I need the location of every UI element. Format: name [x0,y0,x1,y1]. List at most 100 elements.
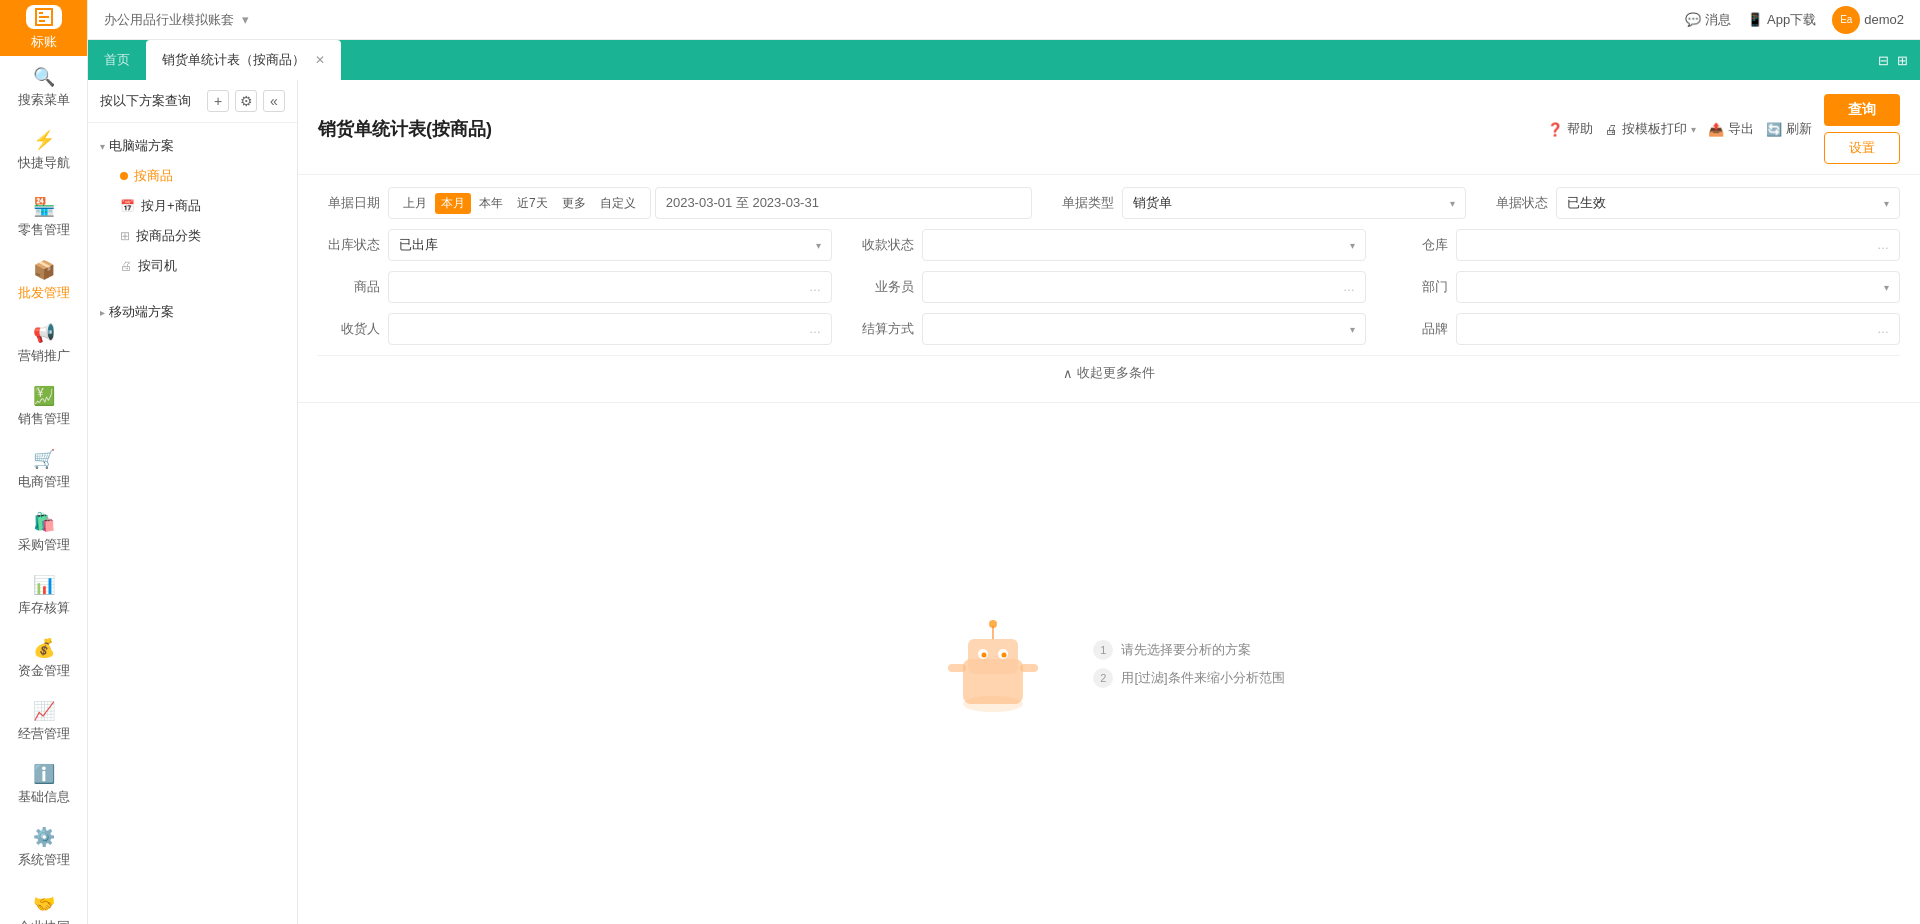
sidebar-item-basic[interactable]: ℹ️ 基础信息 [0,753,87,816]
expand-arrow-mobile-icon: ▸ [100,307,105,318]
settings-scheme-btn[interactable]: ⚙ [235,90,257,112]
payment-status-select[interactable]: ▾ [922,229,1366,261]
scheme-item-by-category[interactable]: ⊞ 按商品分类 [88,221,297,251]
date-btn-last-month[interactable]: 上月 [397,193,433,214]
search-icon: 🔍 [33,66,55,88]
step-1-label: 请先选择要分析的方案 [1121,641,1251,659]
scheme-group-mobile[interactable]: ▸ 移动端方案 [88,297,297,327]
sidebar-label-system: 系统管理 [18,851,70,869]
scheme-item-by-category-label: 按商品分类 [136,227,201,245]
tab-close-icon[interactable]: ✕ [315,53,325,67]
sidebar-item-marketing[interactable]: 📢 营销推广 [0,312,87,375]
tab-sales-stats[interactable]: 销货单统计表（按商品） ✕ [146,40,341,80]
scheme-group-desktop[interactable]: ▾ 电脑端方案 [88,131,297,161]
print-template-btn[interactable]: 🖨 按模板打印 ▾ [1605,120,1696,138]
tab-maximize-icon[interactable]: ⊞ [1897,53,1908,68]
sidebar-label-operations: 经营管理 [18,725,70,743]
username-label: demo2 [1864,12,1904,27]
product-input[interactable]: … [388,271,832,303]
scheme-item-by-month-product-label: 按月+商品 [141,197,201,215]
sidebar-label-wholesale: 批发管理 [18,284,70,302]
sidebar-label-quicknav: 快捷导航 [18,154,70,172]
quicknav-icon: ⚡ [33,129,55,151]
app-download-btn[interactable]: 📱 App下载 [1747,11,1816,29]
receiver-dots-icon[interactable]: … [809,322,821,336]
sidebar-item-cooperation[interactable]: 🤝 企业协同 [0,883,87,924]
date-range-display[interactable]: 2023-03-01 至 2023-03-31 [655,187,1032,219]
logo-area: 标账 [0,0,87,56]
empty-state: 1 请先选择要分析的方案 2 用[过滤]条件来缩小分析范围 [298,403,1920,924]
settlement-select[interactable]: ▾ [922,313,1366,345]
date-filter-group: 上月 本月 本年 近7天 更多 自定义 2023-03-01 至 2023-03… [388,187,1032,219]
export-icon: 📤 [1708,122,1724,137]
brand-dots-icon[interactable]: … [1877,322,1889,336]
brand-input[interactable]: … [1456,313,1900,345]
message-icon: 💬 [1685,12,1701,27]
date-quick-btns-group: 上月 本月 本年 近7天 更多 自定义 [388,187,651,219]
basic-icon: ℹ️ [33,763,55,785]
date-btn-custom[interactable]: 自定义 [594,193,642,214]
query-button[interactable]: 查询 [1824,94,1900,126]
warehouse-status-select[interactable]: 已出库 ▾ [388,229,832,261]
filter-row-1: 单据日期 上月 本月 本年 近7天 更多 自定义 2023-03-01 至 20… [318,187,1900,219]
content-area: 按以下方案查询 + ⚙ « ▾ 电脑端方案 按商品 📅 按月+商品 [88,80,1920,924]
product-label: 商品 [318,278,388,296]
print-icon: 🖨 [120,259,132,273]
sidebar-item-ecommerce[interactable]: 🛒 电商管理 [0,438,87,501]
empty-step-2: 2 用[过滤]条件来缩小分析范围 [1093,668,1284,688]
scheme-item-by-month-product[interactable]: 📅 按月+商品 [88,191,297,221]
empty-steps: 1 请先选择要分析的方案 2 用[过滤]条件来缩小分析范围 [1093,640,1284,688]
date-btn-last-7days[interactable]: 近7天 [511,193,554,214]
svg-point-8 [989,620,997,628]
setting-button[interactable]: 设置 [1824,132,1900,164]
sidebar-item-retail[interactable]: 🏪 零售管理 [0,186,87,249]
warehouse-dots-icon[interactable]: … [1877,238,1889,252]
receiver-input[interactable]: … [388,313,832,345]
sidebar-item-finance[interactable]: 💰 资金管理 [0,627,87,690]
sidebar-item-purchase[interactable]: 🛍️ 采购管理 [0,501,87,564]
dept-select[interactable]: ▾ [1456,271,1900,303]
collapse-bar[interactable]: ∧ 收起更多条件 [318,355,1900,390]
help-btn[interactable]: ❓ 帮助 [1547,120,1593,138]
message-btn[interactable]: 💬 消息 [1685,11,1731,29]
sidebar-item-operations[interactable]: 📈 经营管理 [0,690,87,753]
avatar: Ea [1832,6,1860,34]
date-btn-this-month[interactable]: 本月 [435,193,471,214]
sidebar-item-search[interactable]: 🔍 搜索菜单 [0,56,87,119]
chevron-down-icon[interactable]: ▾ [242,12,249,27]
staff-input[interactable]: … [922,271,1366,303]
scheme-item-by-printer[interactable]: 🖨 按司机 [88,251,297,281]
filter-area: 单据日期 上月 本月 本年 近7天 更多 自定义 2023-03-01 至 20… [298,175,1920,403]
tab-home[interactable]: 首页 [88,40,146,80]
export-btn[interactable]: 📤 导出 [1708,120,1754,138]
settlement-caret-icon: ▾ [1350,324,1355,335]
print-label: 按模板打印 [1622,120,1687,138]
sidebar-item-sales[interactable]: 💹 销售管理 [0,375,87,438]
sidebar-item-inventory[interactable]: 📊 库存核算 [0,564,87,627]
date-label: 单据日期 [318,194,388,212]
purchase-icon: 🛍️ [33,511,55,533]
scheme-item-by-product[interactable]: 按商品 [88,161,297,191]
inventory-icon: 📊 [33,574,55,596]
refresh-btn[interactable]: 🔄 刷新 [1766,120,1812,138]
collapse-panel-btn[interactable]: « [263,90,285,112]
sidebar-label-sales: 销售管理 [18,410,70,428]
sidebar-item-quicknav[interactable]: ⚡ 快捷导航 [0,119,87,182]
date-btn-more[interactable]: 更多 [556,193,592,214]
page-title: 销货单统计表(按商品) [318,117,492,141]
sidebar-item-system[interactable]: ⚙️ 系统管理 [0,816,87,879]
warehouse-input[interactable]: … [1456,229,1900,261]
doc-type-select[interactable]: 销货单 ▾ [1122,187,1466,219]
add-scheme-btn[interactable]: + [207,90,229,112]
grid-icon: ⊞ [120,229,130,243]
filter-row-2: 出库状态 已出库 ▾ 收款状态 ▾ 仓库 … [318,229,1900,261]
user-profile-btn[interactable]: Ea demo2 [1832,6,1904,34]
product-dots-icon[interactable]: … [809,280,821,294]
sidebar-item-wholesale[interactable]: 📦 批发管理 [0,249,87,312]
staff-dots-icon[interactable]: … [1343,280,1355,294]
doc-status-select[interactable]: 已生效 ▾ [1556,187,1900,219]
scheme-item-by-product-label: 按商品 [134,167,173,185]
date-btn-this-year[interactable]: 本年 [473,193,509,214]
tab-minimize-icon[interactable]: ⊟ [1878,53,1889,68]
tabbar: 首页 销货单统计表（按商品） ✕ ⊟ ⊞ [88,40,1920,80]
